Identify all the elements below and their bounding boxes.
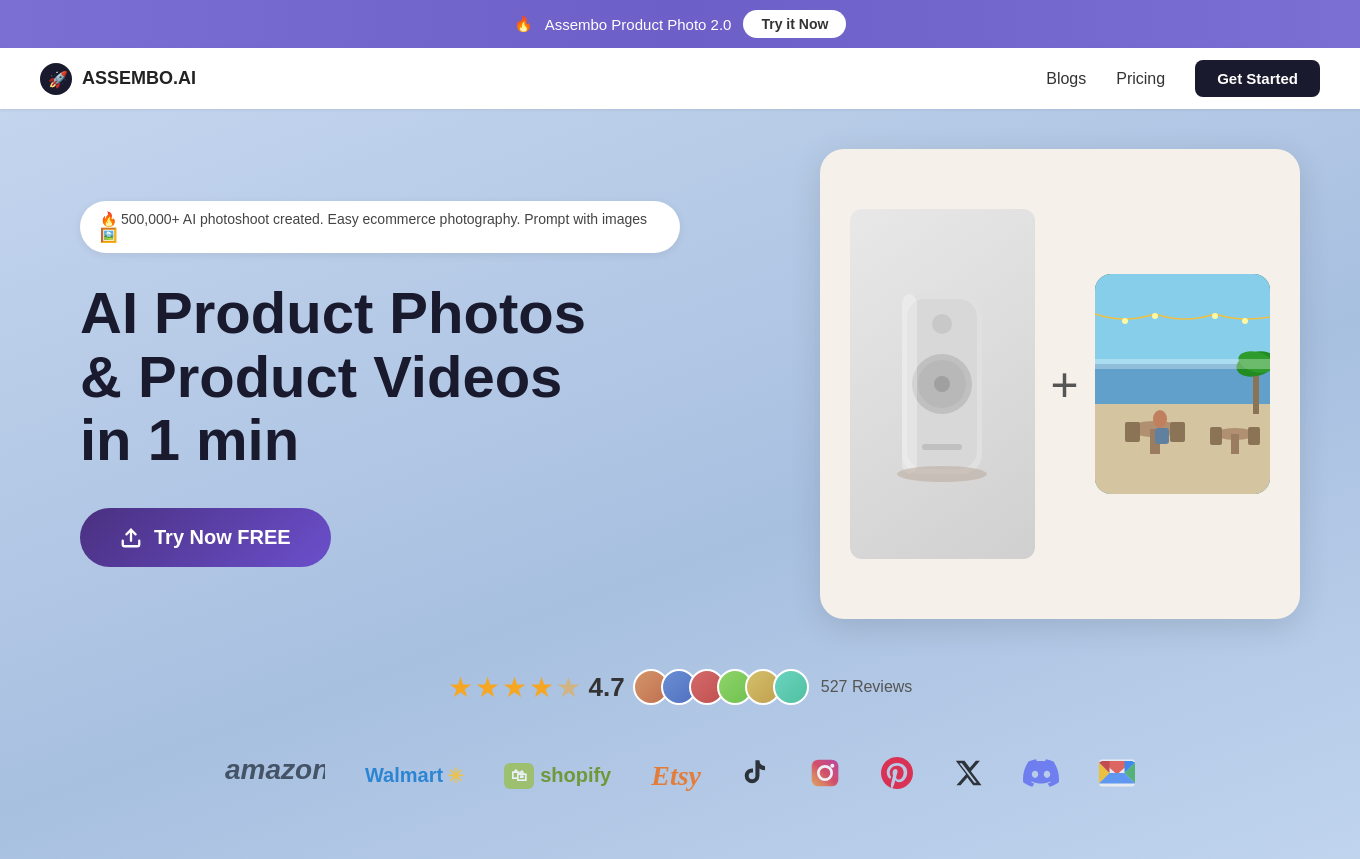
star-5: ★ (556, 671, 581, 704)
svg-rect-25 (1210, 427, 1222, 445)
svg-point-36 (830, 763, 834, 767)
brand-twitter-x (953, 758, 983, 794)
hero-cta-label: Try Now FREE (154, 526, 291, 549)
get-started-button[interactable]: Get Started (1195, 60, 1320, 97)
product-showcase-card: + (820, 149, 1300, 619)
star-1: ★ (448, 671, 473, 704)
svg-rect-26 (1248, 427, 1260, 445)
star-2: ★ (475, 671, 500, 704)
social-proof-section: ★ ★ ★ ★ ★ 4.7 527 Reviews (0, 649, 1360, 735)
svg-rect-23 (1125, 422, 1140, 442)
svg-point-30 (1153, 410, 1167, 428)
svg-rect-34 (812, 759, 839, 786)
svg-rect-22 (1231, 434, 1239, 454)
nav-link-blogs[interactable]: Blogs (1046, 70, 1086, 88)
gmail-icon (1099, 759, 1135, 787)
star-4: ★ (529, 671, 554, 704)
shopify-text: shopify (540, 764, 611, 787)
announcement-emoji: 🔥 (514, 15, 533, 33)
svg-point-16 (1212, 313, 1218, 319)
svg-rect-32 (1095, 359, 1270, 369)
hero-section: 🔥 500,000+ AI photoshoot created. Easy e… (0, 109, 1360, 649)
hero-badge: 🔥 500,000+ AI photoshoot created. Easy e… (80, 201, 680, 253)
rating-score: 4.7 (589, 672, 625, 703)
plus-divider: + (1051, 357, 1079, 412)
hero-cta-button[interactable]: Try Now FREE (80, 508, 331, 567)
brand-pinterest (881, 757, 913, 795)
review-count: 527 Reviews (821, 678, 913, 696)
shopify-icon: 🛍 (504, 763, 534, 789)
svg-point-17 (1122, 318, 1128, 324)
announcement-try-button[interactable]: Try it Now (743, 10, 846, 38)
svg-text:🚀: 🚀 (48, 70, 68, 89)
walmart-text: Walmart (365, 764, 443, 787)
brand-logo[interactable]: 🚀 ASSEMBO.AI (40, 63, 196, 95)
rating-row: ★ ★ ★ ★ ★ 4.7 527 Reviews (0, 669, 1360, 705)
star-3: ★ (502, 671, 527, 704)
speaker-svg (882, 274, 1002, 494)
instagram-icon (809, 757, 841, 789)
star-rating: ★ ★ ★ ★ ★ (448, 671, 581, 704)
tiktok-icon (741, 758, 769, 786)
svg-point-7 (934, 376, 950, 392)
brand-amazon: amazon (225, 755, 325, 796)
brand-tiktok (741, 758, 769, 793)
announcement-text: Assembo Product Photo 2.0 (545, 16, 732, 33)
hero-badge-text: 🔥 500,000+ AI photoshoot created. Easy e… (100, 211, 647, 243)
etsy-text: Etsy (651, 760, 701, 791)
brand-instagram (809, 757, 841, 795)
navbar: 🚀 ASSEMBO.AI Blogs Pricing Get Started (0, 48, 1360, 109)
svg-rect-10 (902, 294, 917, 474)
brands-row: amazon Walmart ✳ 🛍 shopify Etsy (0, 735, 1360, 826)
restaurant-scene-svg (1095, 274, 1270, 494)
amazon-logo: amazon (225, 755, 325, 789)
svg-point-15 (1152, 313, 1158, 319)
svg-point-11 (897, 466, 987, 482)
announcement-bar: 🔥 Assembo Product Photo 2.0 Try it Now (0, 0, 1360, 48)
brand-walmart: Walmart ✳ (365, 764, 464, 788)
nav-links: Blogs Pricing Get Started (1046, 60, 1320, 97)
background-scene-image (1095, 274, 1270, 494)
svg-point-18 (1242, 318, 1248, 324)
svg-text:amazon: amazon (225, 755, 325, 785)
walmart-star: ✳ (447, 764, 464, 788)
hero-title: AI Product Photos & Product Videos in 1 … (80, 281, 680, 472)
brand-shopify: 🛍 shopify (504, 763, 611, 789)
brand-gmail (1099, 759, 1135, 793)
svg-rect-31 (1155, 428, 1169, 444)
svg-rect-14 (1095, 404, 1270, 494)
svg-rect-24 (1170, 422, 1185, 442)
svg-rect-9 (922, 444, 962, 450)
discord-icon (1023, 759, 1059, 787)
brand-name: ASSEMBO.AI (82, 68, 196, 89)
upload-icon (120, 527, 142, 549)
hero-right-card: + (820, 149, 1300, 619)
x-twitter-icon (953, 758, 983, 788)
hero-left-content: 🔥 500,000+ AI photoshoot created. Easy e… (80, 201, 680, 567)
nav-link-pricing[interactable]: Pricing (1116, 70, 1165, 88)
avatar-6 (773, 669, 809, 705)
product-speaker-image (850, 209, 1035, 559)
brand-etsy: Etsy (651, 760, 701, 792)
svg-point-8 (932, 314, 952, 334)
assembo-logo-icon: 🚀 (40, 63, 72, 95)
reviewer-avatars (633, 669, 809, 705)
brand-discord (1023, 759, 1059, 793)
pinterest-icon (881, 757, 913, 789)
